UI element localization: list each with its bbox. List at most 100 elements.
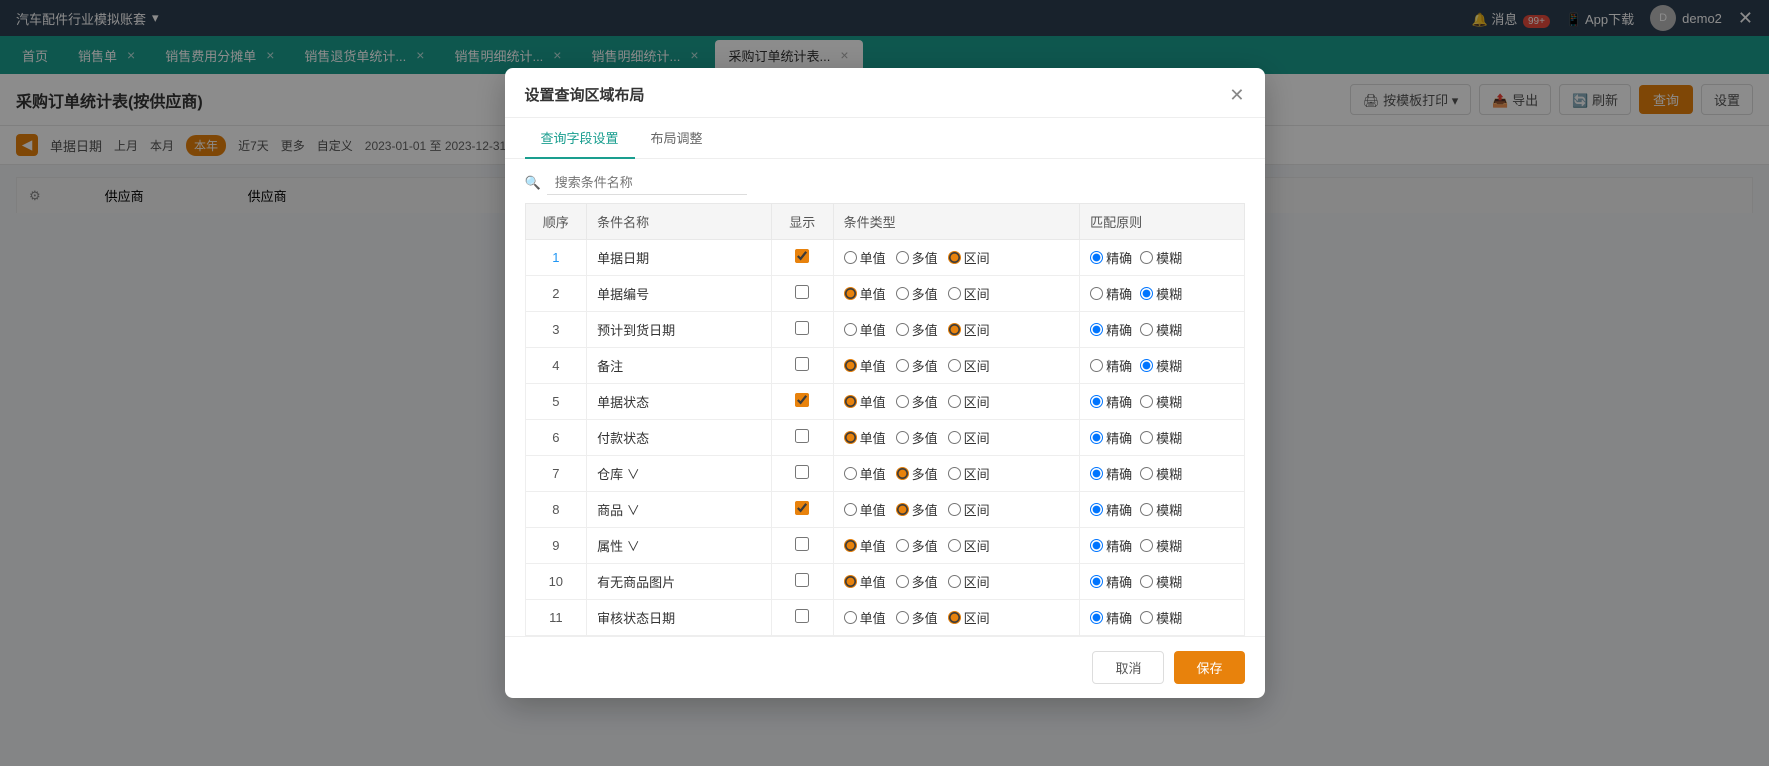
type-radio-item[interactable]: 单值	[844, 500, 886, 519]
type-radio-item[interactable]: 单值	[844, 320, 886, 339]
row-condition-name: 商品 ∨	[587, 492, 772, 528]
display-checkbox[interactable]	[795, 285, 809, 299]
display-checkbox[interactable]	[795, 249, 809, 263]
type-radio-item[interactable]: 单值	[844, 572, 886, 591]
type-radio-item[interactable]: 区间	[948, 284, 990, 303]
type-radio-item[interactable]: 多值	[896, 608, 938, 627]
type-radio-item[interactable]: 区间	[948, 608, 990, 627]
row-condition-name: 预计到货日期	[587, 312, 772, 348]
type-radio-item[interactable]: 区间	[948, 392, 990, 411]
display-checkbox[interactable]	[795, 357, 809, 371]
type-radio-item[interactable]: 单值	[844, 608, 886, 627]
match-radio-item[interactable]: 模糊	[1140, 464, 1182, 483]
modal-overlay[interactable]: 设置查询区域布局 ✕ 查询字段设置 布局调整 🔍 顺序 条件名称	[0, 0, 1769, 766]
save-btn[interactable]: 保存	[1174, 651, 1244, 684]
match-radio-item[interactable]: 精确	[1090, 428, 1132, 447]
table-row: 1单据日期单值多值区间精确模糊	[525, 240, 1244, 276]
type-radio-item[interactable]: 多值	[896, 464, 938, 483]
match-radio-item[interactable]: 模糊	[1140, 320, 1182, 339]
display-checkbox[interactable]	[795, 501, 809, 515]
row-order: 3	[525, 312, 587, 348]
match-radio-item[interactable]: 精确	[1090, 500, 1132, 519]
type-radio-item[interactable]: 多值	[896, 500, 938, 519]
row-type-cell: 单值多值区间	[833, 600, 1080, 636]
match-radio-item[interactable]: 模糊	[1140, 356, 1182, 375]
search-icon: 🔍	[525, 175, 541, 191]
type-radio-item[interactable]: 区间	[948, 356, 990, 375]
match-radio-item[interactable]: 模糊	[1140, 428, 1182, 447]
cancel-btn[interactable]: 取消	[1092, 651, 1164, 684]
type-radio-item[interactable]: 区间	[948, 536, 990, 555]
display-checkbox[interactable]	[795, 465, 809, 479]
modal-close-btn[interactable]: ✕	[1229, 86, 1244, 104]
match-radio-item[interactable]: 模糊	[1140, 284, 1182, 303]
modal-search-input[interactable]	[547, 171, 747, 195]
row-condition-name: 单据编号	[587, 276, 772, 312]
match-radio-item[interactable]: 模糊	[1140, 392, 1182, 411]
type-radio-item[interactable]: 区间	[948, 500, 990, 519]
table-row: 4备注单值多值区间精确模糊	[525, 348, 1244, 384]
match-radio-item[interactable]: 精确	[1090, 392, 1132, 411]
type-radio-item[interactable]: 多值	[896, 392, 938, 411]
type-radio-item[interactable]: 区间	[948, 572, 990, 591]
row-match-cell: 精确模糊	[1080, 312, 1244, 348]
modal-tab-layout-label: 布局调整	[651, 131, 703, 146]
match-radio-item[interactable]: 精确	[1090, 608, 1132, 627]
match-radio-item[interactable]: 精确	[1090, 572, 1132, 591]
match-radio-item[interactable]: 精确	[1090, 320, 1132, 339]
display-checkbox[interactable]	[795, 609, 809, 623]
row-condition-name: 仓库 ∨	[587, 456, 772, 492]
display-checkbox[interactable]	[795, 393, 809, 407]
match-radio-item[interactable]: 精确	[1090, 356, 1132, 375]
display-checkbox[interactable]	[795, 429, 809, 443]
type-radio-item[interactable]: 多值	[896, 356, 938, 375]
row-type-cell: 单值多值区间	[833, 240, 1080, 276]
row-display-cell	[772, 492, 834, 528]
row-order: 10	[525, 564, 587, 600]
type-radio-item[interactable]: 多值	[896, 536, 938, 555]
display-checkbox[interactable]	[795, 573, 809, 587]
match-radio-item[interactable]: 模糊	[1140, 536, 1182, 555]
type-radio-item[interactable]: 区间	[948, 320, 990, 339]
table-row: 5单据状态单值多值区间精确模糊	[525, 384, 1244, 420]
display-checkbox[interactable]	[795, 321, 809, 335]
type-radio-item[interactable]: 多值	[896, 284, 938, 303]
col-match-rule: 匹配原则	[1080, 204, 1244, 240]
row-condition-name: 属性 ∨	[587, 528, 772, 564]
match-radio-item[interactable]: 模糊	[1140, 608, 1182, 627]
type-radio-group: 单值多值区间	[844, 320, 1070, 339]
type-radio-item[interactable]: 单值	[844, 536, 886, 555]
match-radio-item[interactable]: 模糊	[1140, 572, 1182, 591]
type-radio-item[interactable]: 单值	[844, 464, 886, 483]
type-radio-item[interactable]: 多值	[896, 428, 938, 447]
modal-tab-query-fields[interactable]: 查询字段设置	[525, 118, 635, 159]
display-checkbox[interactable]	[795, 537, 809, 551]
type-radio-item[interactable]: 单值	[844, 392, 886, 411]
type-radio-item[interactable]: 多值	[896, 572, 938, 591]
modal-tab-layout[interactable]: 布局调整	[635, 118, 719, 159]
type-radio-item[interactable]: 多值	[896, 320, 938, 339]
type-radio-item[interactable]: 单值	[844, 248, 886, 267]
match-radio-item[interactable]: 模糊	[1140, 500, 1182, 519]
match-radio-item[interactable]: 模糊	[1140, 248, 1182, 267]
modal-table: 顺序 条件名称 显示 条件类型 匹配原则 1单据日期单值多值区间精确模糊2单据编…	[525, 203, 1245, 636]
row-condition-name: 单据日期	[587, 240, 772, 276]
type-radio-item[interactable]: 区间	[948, 428, 990, 447]
match-radio-item[interactable]: 精确	[1090, 536, 1132, 555]
row-match-cell: 精确模糊	[1080, 600, 1244, 636]
match-radio-item[interactable]: 精确	[1090, 464, 1132, 483]
modal-tabs: 查询字段设置 布局调整	[505, 118, 1265, 159]
type-radio-item[interactable]: 单值	[844, 356, 886, 375]
type-radio-item[interactable]: 区间	[948, 248, 990, 267]
type-radio-item[interactable]: 单值	[844, 428, 886, 447]
row-order: 7	[525, 456, 587, 492]
match-radio-item[interactable]: 精确	[1090, 284, 1132, 303]
type-radio-group: 单值多值区间	[844, 572, 1070, 591]
type-radio-item[interactable]: 多值	[896, 248, 938, 267]
match-radio-item[interactable]: 精确	[1090, 248, 1132, 267]
type-radio-item[interactable]: 区间	[948, 464, 990, 483]
row-match-cell: 精确模糊	[1080, 492, 1244, 528]
type-radio-item[interactable]: 单值	[844, 284, 886, 303]
row-type-cell: 单值多值区间	[833, 456, 1080, 492]
table-row: 8商品 ∨单值多值区间精确模糊	[525, 492, 1244, 528]
